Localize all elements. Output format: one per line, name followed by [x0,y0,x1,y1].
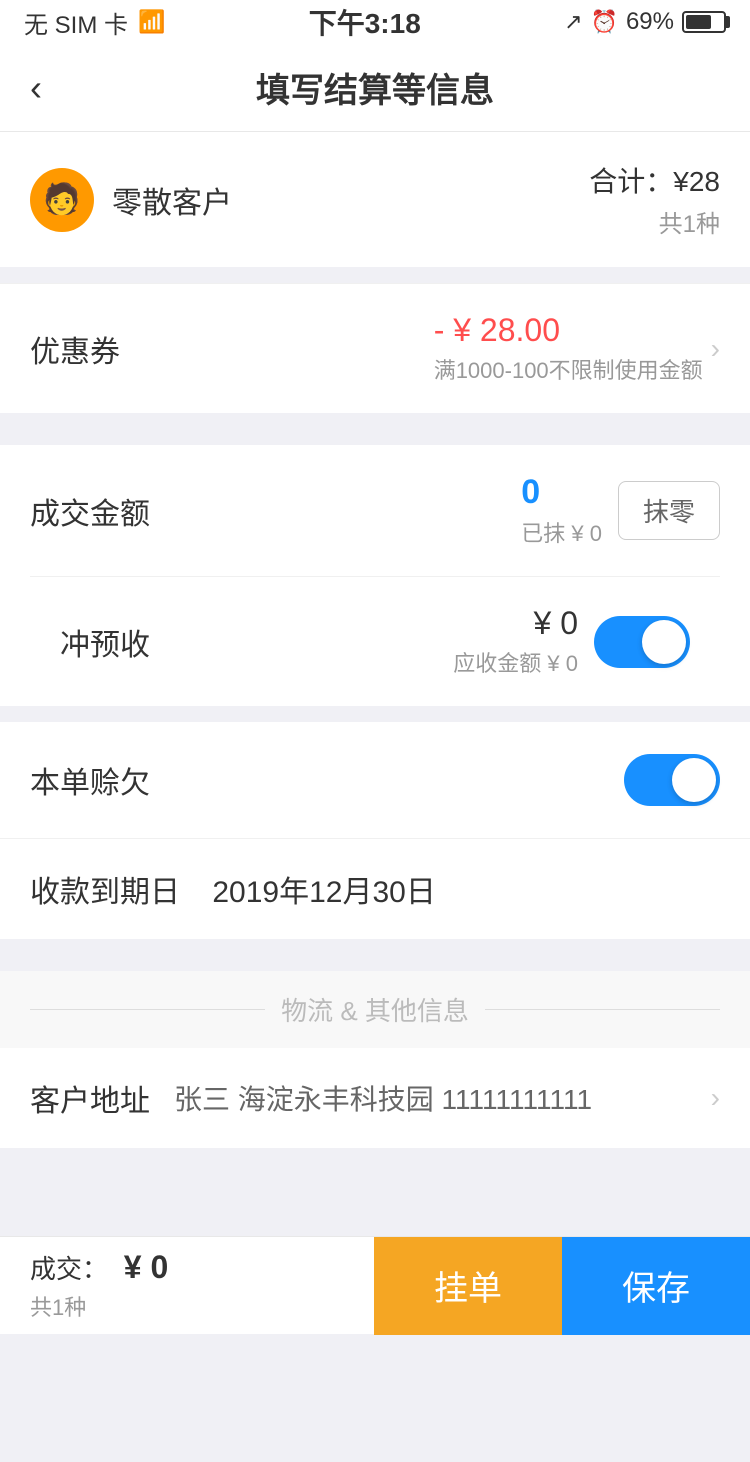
deal-amount-right: 0 已抹 ¥ 0 抹零 [521,473,720,548]
alarm-icon: ⏰ [591,9,618,35]
address-label: 客户地址 [30,1076,150,1120]
pre-collect-row: 冲预收 ¥ 0 应收金额 ¥ 0 [30,577,720,706]
status-time: 下午3:18 [309,2,421,42]
customer-total: 合计：¥28 [589,160,720,200]
battery-fill [686,15,711,29]
customer-row: 🧑 零散客户 合计：¥28 共1种 [0,132,750,267]
battery-percent: 69% [626,8,674,36]
bottom-bar: 成交： ¥ 0 共1种 挂单 保存 [0,1236,750,1334]
page-title: 填写结算等信息 [256,63,494,112]
bottom-deal-label: 成交： [30,1254,108,1284]
amount-section: 成交金额 0 已抹 ¥ 0 抹零 冲预收 ¥ 0 应收金额 ¥ 0 [0,445,750,706]
pre-collect-toggle[interactable] [594,616,690,668]
coupon-row[interactable]: 优惠券 - ¥ 28.00 满1000-100不限制使用金额 › [0,283,750,413]
bottom-count: 共1种 [30,1290,344,1322]
deal-amount-label: 成交金额 [30,489,150,533]
debt-label: 本单赊欠 [30,758,150,802]
coupon-right: - ¥ 28.00 满1000-100不限制使用金额 › [434,312,720,385]
gray-separator-1 [0,429,750,445]
gray-separator-3 [0,955,750,971]
debt-toggle-knob [672,758,716,802]
bottom-deal-row: 成交： ¥ 0 [30,1249,344,1286]
bottom-info: 成交： ¥ 0 共1种 [0,1249,374,1322]
pre-collect-value: ¥ 0 [453,605,578,642]
status-bar: 无 SIM 卡 📶 下午3:18 ↗ ⏰ 69% [0,0,750,44]
debt-section: 本单赊欠 收款到期日 2019年12月30日 [0,722,750,939]
logistics-section: 物流 & 其他信息 [0,971,750,1048]
customer-left: 🧑 零散客户 [30,168,232,232]
coupon-right-text: - ¥ 28.00 满1000-100不限制使用金额 [434,312,703,385]
logistics-label-text: 物流 & 其他信息 [281,991,469,1028]
coupon-desc: 满1000-100不限制使用金额 [434,353,703,385]
coupon-label: 优惠券 [30,327,120,371]
customer-avatar: 🧑 [30,168,94,232]
nav-bar: ‹ 填写结算等信息 [0,44,750,132]
coupon-chevron-icon: › [711,333,720,365]
save-button[interactable]: 保存 [562,1237,750,1335]
address-row[interactable]: 客户地址 张三 海淀永丰科技园 11111111111 › [0,1048,750,1148]
wifi-icon: 📶 [138,9,165,35]
status-left: 无 SIM 卡 📶 [24,5,165,40]
deal-amount-row: 成交金额 0 已抹 ¥ 0 抹零 [30,445,720,577]
deal-amount-sub: 已抹 ¥ 0 [521,516,602,548]
location-icon: ↗ [564,9,582,35]
round-button[interactable]: 抹零 [618,481,720,540]
debt-row: 本单赊欠 [0,722,750,838]
battery-icon [682,11,726,33]
address-section[interactable]: 客户地址 张三 海淀永丰科技园 11111111111 › [0,1048,750,1148]
avatar-icon: 🧑 [43,182,80,217]
pre-collect-label: 冲预收 [60,620,150,664]
customer-count: 共1种 [589,204,720,239]
pre-collect-right: ¥ 0 应收金额 ¥ 0 [453,605,690,678]
logistics-label: 物流 & 其他信息 [30,991,720,1028]
gray-separator-2 [0,706,750,722]
due-date-value: 2019年12月30日 [212,876,435,909]
customer-summary: 合计：¥28 共1种 [589,160,720,239]
carrier-label: 无 SIM 卡 [24,5,128,40]
hang-button[interactable]: 挂单 [374,1237,562,1335]
bottom-deal-amount: ¥ 0 [124,1249,168,1285]
deal-amount-value: 0 [521,473,602,512]
pre-collect-amounts: ¥ 0 应收金额 ¥ 0 [453,605,578,678]
back-button[interactable]: ‹ [30,67,42,109]
coupon-section[interactable]: 优惠券 - ¥ 28.00 满1000-100不限制使用金额 › [0,283,750,413]
address-value: 张三 海淀永丰科技园 11111111111 [174,1078,711,1118]
due-date-label: 收款到期日 [30,876,180,909]
customer-section: 🧑 零散客户 合计：¥28 共1种 [0,132,750,267]
customer-name: 零散客户 [112,178,232,222]
due-date-row: 收款到期日 2019年12月30日 [0,838,750,939]
debt-toggle[interactable] [624,754,720,806]
deal-amount-values: 0 已抹 ¥ 0 [521,473,602,548]
coupon-amount: - ¥ 28.00 [434,312,703,349]
toggle-knob [642,620,686,664]
pre-collect-sub: 应收金额 ¥ 0 [453,646,578,678]
status-right: ↗ ⏰ 69% [564,8,726,36]
address-chevron-icon: › [711,1082,720,1114]
